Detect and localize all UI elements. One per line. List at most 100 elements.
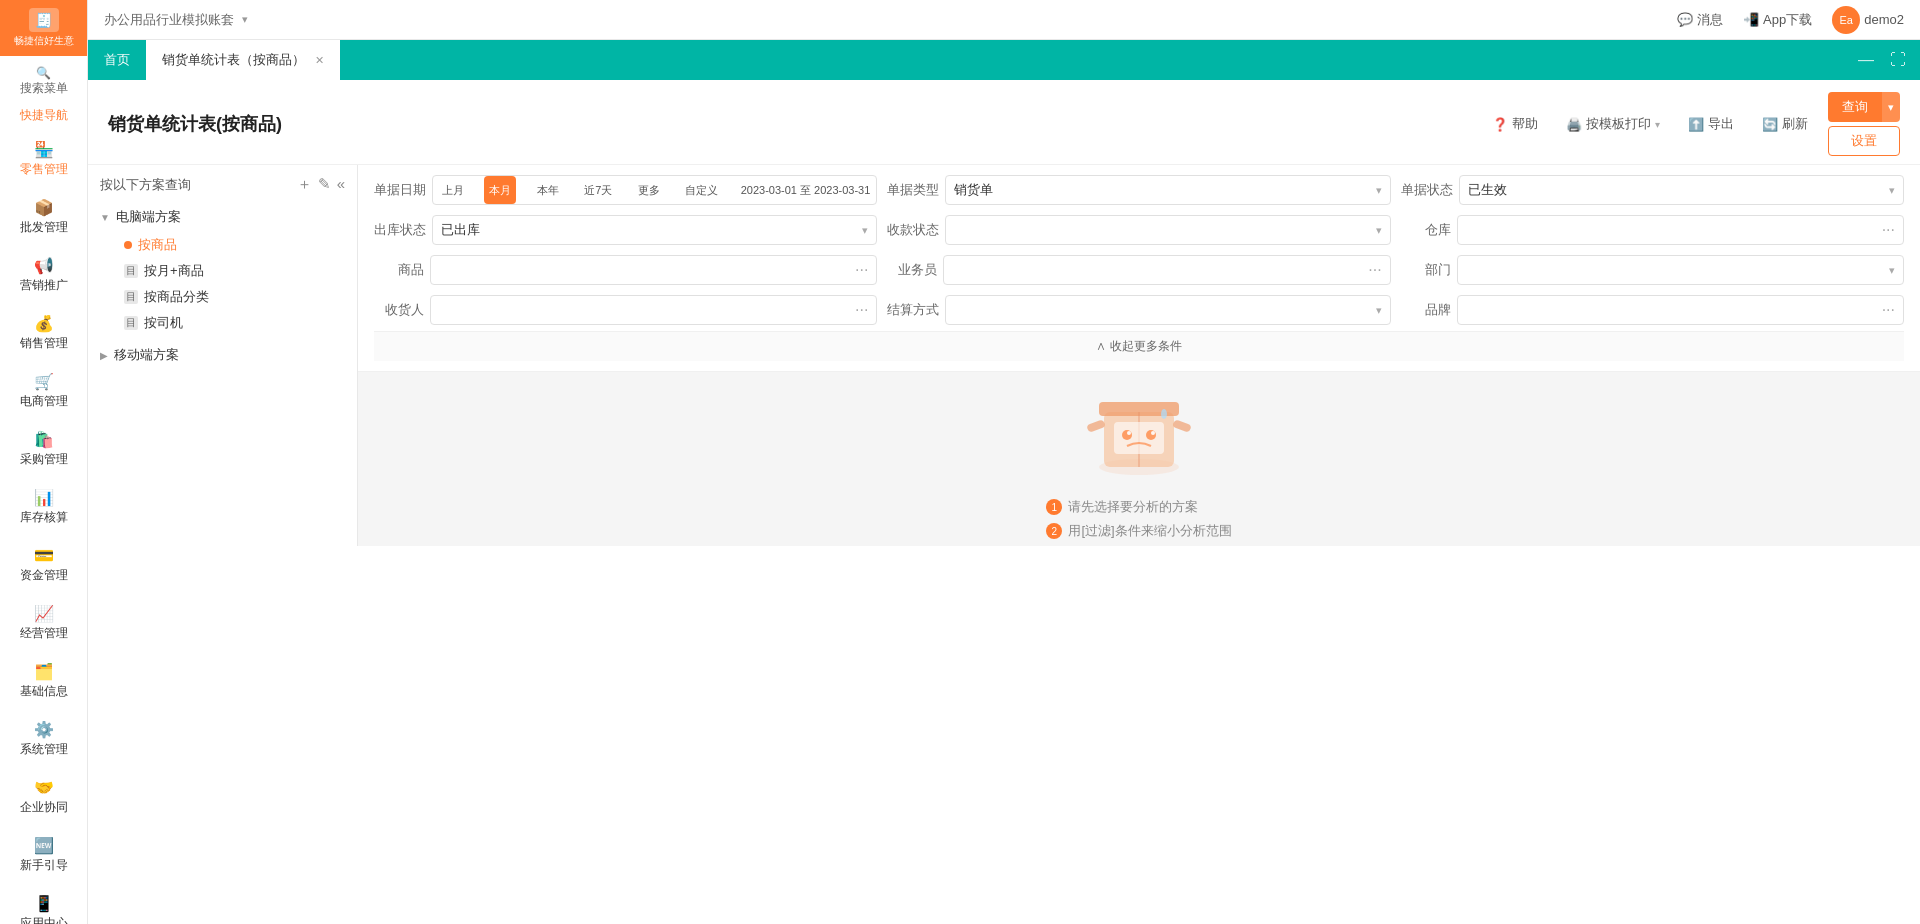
hint-num-1: 1 xyxy=(1046,499,1062,515)
avatar: Ea xyxy=(1832,6,1860,34)
filter-cell-settlement: 结算方式 ▾ xyxy=(887,295,1390,325)
filter-main: 单据日期 上月 本月 本年 近7天 更多 自定义 2023-03-01 至 20… xyxy=(358,165,1920,546)
sidebar-item-system[interactable]: ⚙️ 系统管理 xyxy=(0,710,87,768)
sidebar-item-basic[interactable]: 🗂️ 基础信息 xyxy=(0,652,87,710)
message-btn[interactable]: 💬 消息 xyxy=(1677,11,1723,29)
tree-item-driver[interactable]: 目 按司机 xyxy=(88,310,357,336)
brand-field[interactable]: ··· xyxy=(1457,295,1904,325)
tab-home[interactable]: 首页 xyxy=(88,40,146,80)
left-panel-header: 按以下方案查询 ＋ ✎ « xyxy=(88,175,357,202)
filter-cell-doc-type: 单据类型 销货单 ▾ xyxy=(887,175,1390,205)
sidebar-item-operations[interactable]: 📈 经营管理 xyxy=(0,594,87,652)
collapse-panel-icon[interactable]: « xyxy=(337,175,345,194)
tab-close-icon[interactable]: ✕ xyxy=(315,54,324,67)
doc-status-field[interactable]: 已生效 ▾ xyxy=(1459,175,1904,205)
out-status-chevron-icon: ▾ xyxy=(862,224,868,237)
app-download-btn[interactable]: 📲 App下载 xyxy=(1743,11,1812,29)
sidebar-item-sales[interactable]: 💰 销售管理 xyxy=(0,304,87,362)
dept-field[interactable]: ▾ xyxy=(1457,255,1904,285)
retail-icon: 🏪 xyxy=(34,140,54,159)
sidebar-item-capital[interactable]: 💳 资金管理 xyxy=(0,536,87,594)
filter-cell-doc-status: 单据状态 已生效 ▾ xyxy=(1401,175,1904,205)
message-icon: 💬 xyxy=(1677,12,1693,27)
tree-item-month-product[interactable]: 目 按月+商品 xyxy=(88,258,357,284)
svg-point-6 xyxy=(1146,430,1156,440)
product-dots-icon[interactable]: ··· xyxy=(855,261,868,279)
sidebar-item-appcenter[interactable]: 📱 应用中心 xyxy=(0,884,87,924)
tree-item-category[interactable]: 目 按商品分类 xyxy=(88,284,357,310)
doc-type-chevron-icon: ▾ xyxy=(1376,184,1382,197)
tree-parent-desktop[interactable]: ▼ 电脑端方案 xyxy=(88,202,357,232)
tab-maximize-icon[interactable]: ⛶ xyxy=(1884,46,1912,74)
sidebar-item-wholesale[interactable]: 📦 批发管理 xyxy=(0,188,87,246)
product-field[interactable]: ··· xyxy=(430,255,877,285)
print-btn[interactable]: 🖨️ 按模板打印 ▾ xyxy=(1558,111,1668,137)
warehouse-dots-icon[interactable]: ··· xyxy=(1882,221,1895,239)
warehouse-field[interactable]: ··· xyxy=(1457,215,1904,245)
help-btn[interactable]: ❓ 帮助 xyxy=(1484,111,1546,137)
tree-item-by-product[interactable]: 按商品 xyxy=(88,232,357,258)
sidebar-item-retail[interactable]: 🏪 零售管理 xyxy=(0,130,87,188)
filter-cell-date: 单据日期 上月 本月 本年 近7天 更多 自定义 2023-03-01 至 20… xyxy=(374,175,877,205)
date-field[interactable]: 上月 本月 本年 近7天 更多 自定义 2023-03-01 至 2023-03… xyxy=(432,175,877,205)
add-plan-icon[interactable]: ＋ xyxy=(297,175,312,194)
sidebar-quick-nav[interactable]: 快捷导航 xyxy=(0,103,87,130)
procurement-icon: 🛍️ xyxy=(34,430,54,449)
doc-status-chevron-icon: ▾ xyxy=(1889,184,1895,197)
marketing-icon: 📢 xyxy=(34,256,54,275)
date-custom-btn[interactable]: 自定义 xyxy=(680,176,723,204)
svg-point-5 xyxy=(1122,430,1132,440)
settlement-field[interactable]: ▾ xyxy=(945,295,1390,325)
brand-dots-icon[interactable]: ··· xyxy=(1882,301,1895,319)
svg-point-11 xyxy=(1161,409,1167,419)
tab-minimize-icon[interactable]: — xyxy=(1852,46,1880,74)
refresh-btn[interactable]: 🔄 刷新 xyxy=(1754,111,1816,137)
payment-field[interactable]: ▾ xyxy=(945,215,1390,245)
query-btn[interactable]: 查询 xyxy=(1828,92,1882,122)
sidebar-search[interactable]: 🔍 搜索菜单 xyxy=(0,56,87,103)
doc-type-field[interactable]: 销货单 ▾ xyxy=(945,175,1390,205)
receiver-dots-icon[interactable]: ··· xyxy=(855,301,868,319)
date-label: 单据日期 xyxy=(374,181,426,199)
top-header-left: 办公用品行业模拟账套 ▾ xyxy=(104,11,248,29)
date-this-year-btn[interactable]: 本年 xyxy=(532,176,564,204)
dept-chevron-icon: ▾ xyxy=(1889,264,1895,277)
filter-cell-receiver: 收货人 ··· xyxy=(374,295,877,325)
dept-label: 部门 xyxy=(1401,261,1451,279)
page-actions: ❓ 帮助 🖨️ 按模板打印 ▾ ⬆️ 导出 🔄 刷新 xyxy=(1484,92,1900,156)
date-more-btn[interactable]: 更多 xyxy=(633,176,665,204)
export-btn[interactable]: ⬆️ 导出 xyxy=(1680,111,1742,137)
system-icon: ⚙️ xyxy=(34,720,54,739)
sidebar-item-marketing[interactable]: 📢 营销推广 xyxy=(0,246,87,304)
tree-parent-mobile[interactable]: ▶ 移动端方案 xyxy=(88,340,357,370)
svg-rect-9 xyxy=(1086,419,1106,433)
filter-section: 单据日期 上月 本月 本年 近7天 更多 自定义 2023-03-01 至 20… xyxy=(358,165,1920,372)
sidebar-item-ecommerce[interactable]: 🛒 电商管理 xyxy=(0,362,87,420)
receiver-field[interactable]: ··· xyxy=(430,295,877,325)
filter-cell-dept: 部门 ▾ xyxy=(1401,255,1904,285)
out-status-field[interactable]: 已出库 ▾ xyxy=(432,215,877,245)
user-avatar-btn[interactable]: Ea demo2 xyxy=(1832,6,1904,34)
tab-sales-stat[interactable]: 销货单统计表（按商品） ✕ xyxy=(146,40,340,80)
tree-expand-icon: ▼ xyxy=(100,212,110,223)
edit-plan-icon[interactable]: ✎ xyxy=(318,175,331,194)
hint-1: 1 请先选择要分析的方案 xyxy=(1046,498,1231,516)
date-this-month-btn[interactable]: 本月 xyxy=(484,176,516,204)
sidebar-item-enterprise[interactable]: 🤝 企业协同 xyxy=(0,768,87,826)
salesman-field[interactable]: ··· xyxy=(943,255,1390,285)
doc-type-label: 单据类型 xyxy=(887,181,939,199)
svg-point-8 xyxy=(1151,431,1155,435)
sidebar-item-procurement[interactable]: 🛍️ 采购管理 xyxy=(0,420,87,478)
filter-cell-warehouse: 仓库 ··· xyxy=(1401,215,1904,245)
sidebar-item-inventory[interactable]: 📊 库存核算 xyxy=(0,478,87,536)
query-arrow-btn[interactable]: ▾ xyxy=(1882,92,1900,122)
collapse-bar[interactable]: ∧ 收起更多条件 xyxy=(374,331,1904,361)
sidebar-item-newguide[interactable]: 🆕 新手引导 xyxy=(0,826,87,884)
date-last-month-btn[interactable]: 上月 xyxy=(437,176,469,204)
hint-num-2: 2 xyxy=(1046,523,1062,539)
filter-cell-brand: 品牌 ··· xyxy=(1401,295,1904,325)
left-panel-icons: ＋ ✎ « xyxy=(297,175,345,194)
date-last7-btn[interactable]: 近7天 xyxy=(579,176,617,204)
salesman-dots-icon[interactable]: ··· xyxy=(1368,261,1381,279)
settings-btn[interactable]: 设置 xyxy=(1828,126,1900,156)
